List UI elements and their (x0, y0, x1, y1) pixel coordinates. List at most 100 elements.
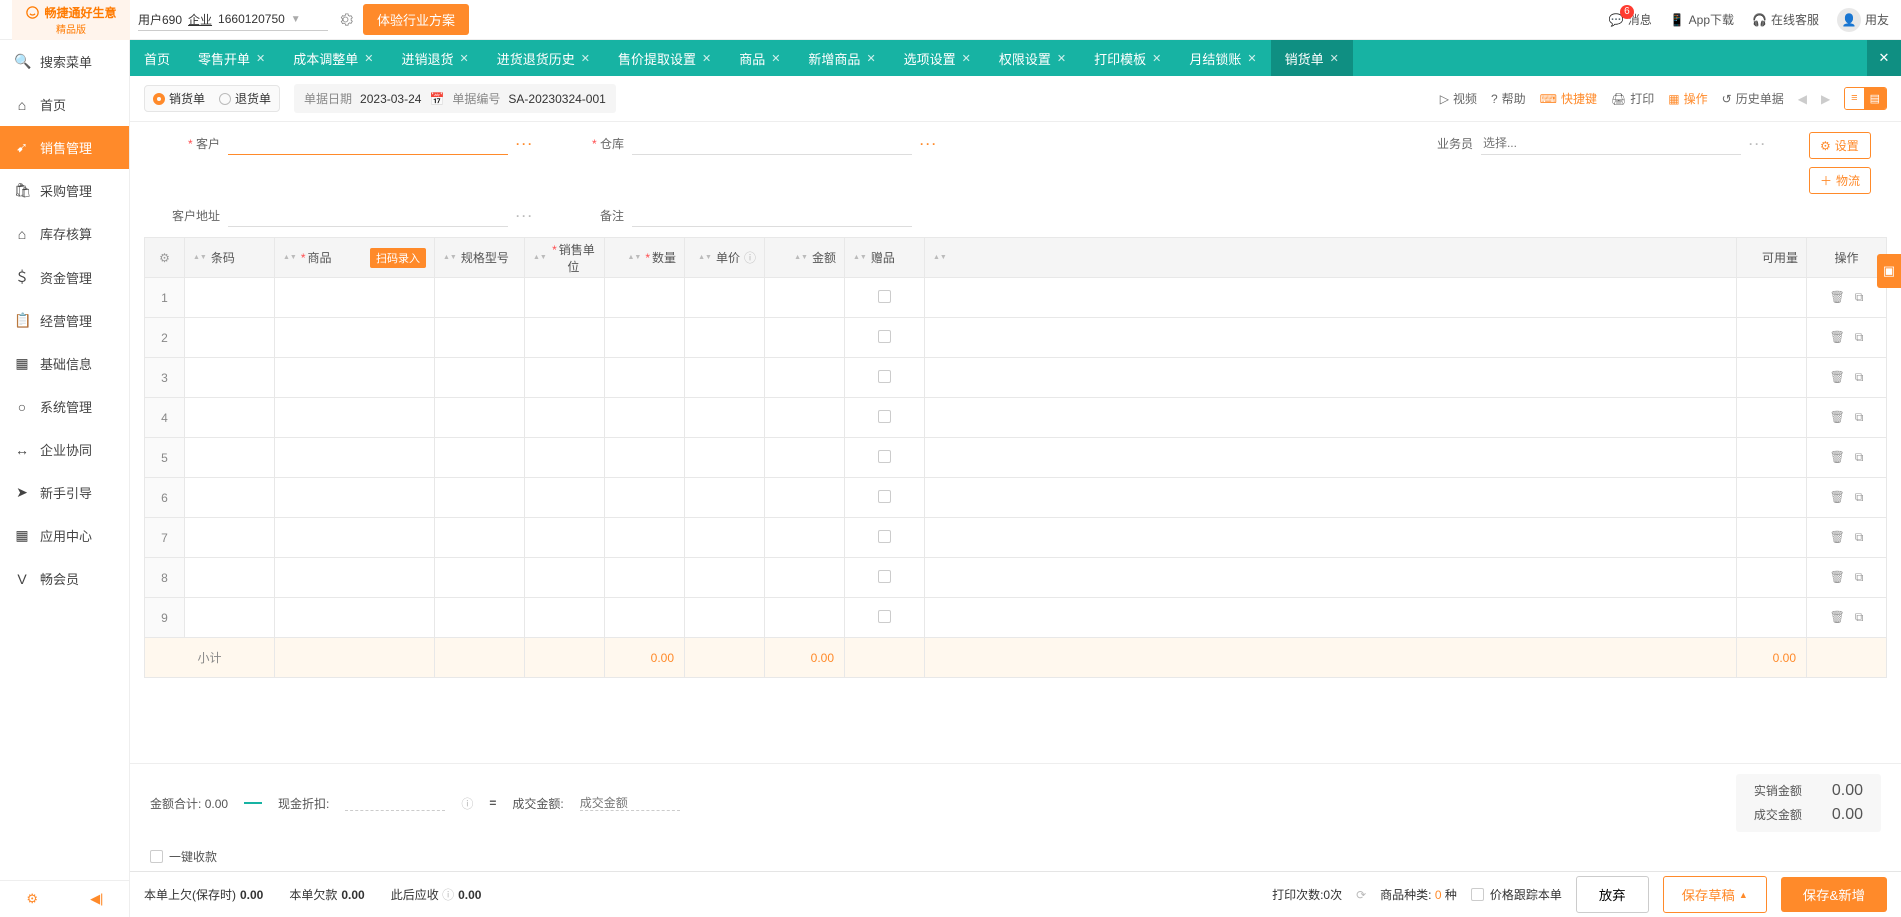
delete-row-icon[interactable]: 🗑 (1830, 450, 1845, 465)
next-doc-button[interactable]: ▶ (1821, 92, 1830, 106)
cell-barcode[interactable] (185, 558, 275, 598)
cell-spec[interactable] (435, 558, 525, 598)
video-link[interactable]: ▷视频 (1440, 90, 1477, 107)
tenant-selector[interactable]: 用户690企业1660120750 ▼ (138, 9, 328, 31)
delete-row-icon[interactable]: 🗑 (1830, 610, 1845, 625)
doc-date[interactable]: 2023-03-24 (360, 92, 421, 106)
onekey-pay-checkbox[interactable]: 一键收款 (150, 848, 217, 865)
discard-button[interactable]: 放弃 (1576, 876, 1649, 913)
col-avail[interactable]: 可用量 (1762, 249, 1798, 266)
cell-barcode[interactable] (185, 438, 275, 478)
app-download-link[interactable]: 📱App下载 (1670, 11, 1734, 28)
cell-spec[interactable] (435, 438, 525, 478)
customer-picker-icon[interactable]: ··· (516, 137, 534, 151)
cell-gift[interactable] (845, 438, 925, 478)
gear-icon[interactable] (338, 12, 353, 27)
tab-2[interactable]: 成本调整单✕ (279, 40, 387, 76)
cell-extra[interactable] (925, 558, 1737, 598)
gift-checkbox[interactable] (878, 530, 891, 543)
gift-checkbox[interactable] (878, 450, 891, 463)
close-icon[interactable]: ✕ (581, 52, 590, 65)
close-icon[interactable]: ✕ (1152, 52, 1161, 65)
cell-unit[interactable] (525, 358, 605, 398)
close-icon[interactable]: ✕ (1247, 52, 1256, 65)
cell-unit[interactable] (525, 518, 605, 558)
tab-6[interactable]: 商品✕ (725, 40, 794, 76)
delete-row-icon[interactable]: 🗑 (1830, 330, 1845, 345)
table-row[interactable]: 9🗑⧉ (145, 598, 1887, 638)
close-icon[interactable]: ✕ (364, 52, 373, 65)
cell-product[interactable] (275, 558, 435, 598)
col-price[interactable]: 单价 (716, 249, 740, 266)
cell-amount[interactable] (765, 438, 845, 478)
salesman-input[interactable] (1481, 132, 1741, 155)
sidebar-item-1[interactable]: ⌂首页 (0, 83, 129, 126)
cell-product[interactable] (275, 358, 435, 398)
col-unit[interactable]: 销售单位 (551, 241, 596, 275)
cell-barcode[interactable] (185, 478, 275, 518)
cell-unit[interactable] (525, 598, 605, 638)
cell-unit[interactable] (525, 278, 605, 318)
delete-row-icon[interactable]: 🗑 (1830, 530, 1845, 545)
cell-unit[interactable] (525, 398, 605, 438)
close-icon[interactable]: ✕ (1057, 52, 1066, 65)
close-icon[interactable]: ✕ (1330, 52, 1339, 65)
cell-price[interactable] (685, 518, 765, 558)
cell-qty[interactable] (605, 278, 685, 318)
scan-badge[interactable]: 扫码录入 (370, 248, 426, 268)
cell-product[interactable] (275, 318, 435, 358)
sidebar-item-8[interactable]: ○系统管理 (0, 385, 129, 428)
table-row[interactable]: 6🗑⧉ (145, 478, 1887, 518)
tab-1[interactable]: 零售开单✕ (184, 40, 279, 76)
close-icon[interactable]: ✕ (771, 52, 780, 65)
cell-product[interactable] (275, 598, 435, 638)
cell-price[interactable] (685, 438, 765, 478)
sidebar-item-11[interactable]: ▦应用中心 (0, 514, 129, 557)
delete-row-icon[interactable]: 🗑 (1830, 290, 1845, 305)
cell-extra[interactable] (925, 398, 1737, 438)
cell-price[interactable] (685, 478, 765, 518)
cell-price[interactable] (685, 398, 765, 438)
close-icon[interactable]: ✕ (460, 52, 469, 65)
history-link[interactable]: ↺历史单据 (1722, 90, 1784, 107)
tab-5[interactable]: 售价提取设置✕ (604, 40, 725, 76)
col-gift[interactable]: 赠品 (871, 249, 895, 266)
address-input[interactable] (228, 204, 508, 227)
messages-link[interactable]: 💬消息 (1609, 11, 1652, 28)
cell-amount[interactable] (765, 558, 845, 598)
gift-checkbox[interactable] (878, 330, 891, 343)
table-row[interactable]: 3🗑⧉ (145, 358, 1887, 398)
cell-spec[interactable] (435, 478, 525, 518)
deal-input[interactable] (580, 796, 680, 811)
cell-amount[interactable] (765, 598, 845, 638)
help-icon[interactable]: ⓘ (442, 888, 454, 902)
tab-10[interactable]: 打印模板✕ (1080, 40, 1175, 76)
table-row[interactable]: 8🗑⧉ (145, 558, 1887, 598)
close-icon[interactable]: ✕ (256, 52, 265, 65)
copy-row-icon[interactable]: ⧉ (1855, 410, 1864, 425)
delete-row-icon[interactable]: 🗑 (1830, 370, 1845, 385)
logistics-button[interactable]: ＋物流 (1809, 167, 1871, 194)
sidebar-item-0[interactable]: 🔍搜索菜单 (0, 40, 129, 83)
copy-row-icon[interactable]: ⧉ (1855, 290, 1864, 305)
warehouse-input[interactable] (632, 132, 912, 155)
expand-panel-button[interactable]: ▣ (1877, 254, 1901, 288)
sidebar-item-6[interactable]: 📋经营管理 (0, 299, 129, 342)
sort-icon[interactable]: ▲▼ (627, 255, 641, 261)
salesman-picker-icon[interactable]: ··· (1749, 137, 1767, 151)
cell-gift[interactable] (845, 598, 925, 638)
cell-barcode[interactable] (185, 278, 275, 318)
cell-amount[interactable] (765, 278, 845, 318)
help-icon[interactable]: ⓘ (461, 795, 473, 812)
help-icon[interactable]: ⓘ (744, 249, 756, 266)
cell-price[interactable] (685, 598, 765, 638)
sidebar-item-10[interactable]: ➤新手引导 (0, 471, 129, 514)
cell-spec[interactable] (435, 398, 525, 438)
gift-checkbox[interactable] (878, 570, 891, 583)
cell-spec[interactable] (435, 518, 525, 558)
delete-row-icon[interactable]: 🗑 (1830, 410, 1845, 425)
gift-checkbox[interactable] (878, 490, 891, 503)
copy-row-icon[interactable]: ⧉ (1855, 330, 1864, 345)
cell-gift[interactable] (845, 318, 925, 358)
tab-9[interactable]: 权限设置✕ (985, 40, 1080, 76)
